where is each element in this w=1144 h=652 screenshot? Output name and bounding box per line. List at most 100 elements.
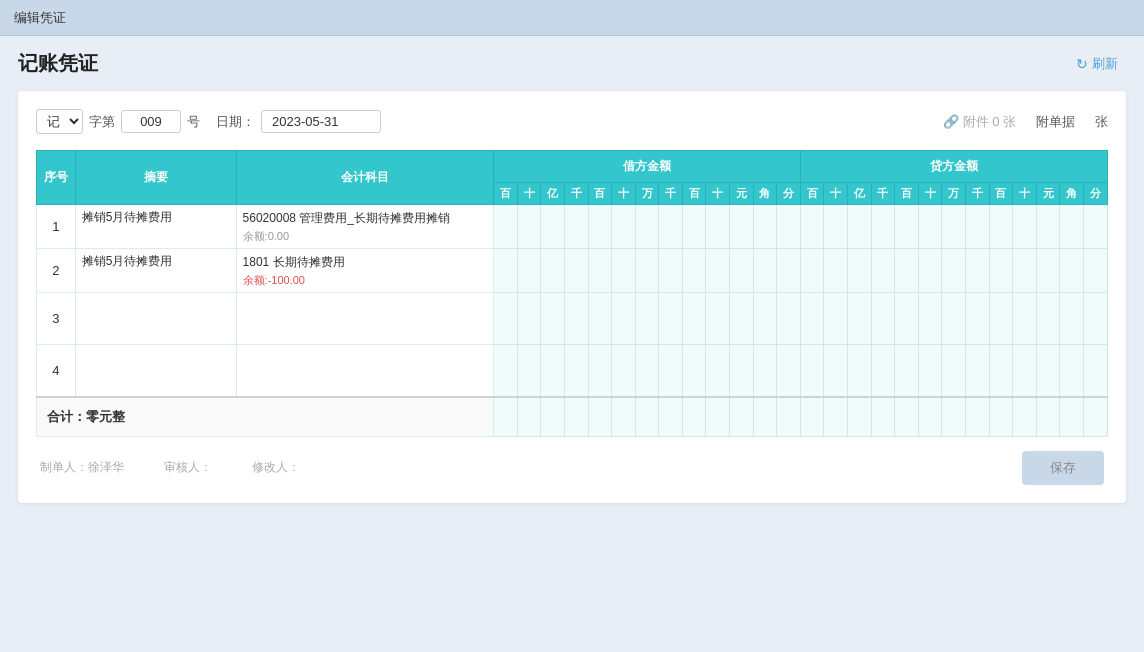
credit-cell[interactable] [800, 345, 824, 397]
debit-cell[interactable] [730, 293, 754, 345]
debit-cell[interactable] [730, 205, 754, 249]
debit-cell[interactable] [494, 293, 518, 345]
debit-cell[interactable] [706, 205, 730, 249]
debit-cell[interactable] [682, 293, 706, 345]
credit-cell[interactable] [1083, 249, 1107, 293]
row-account[interactable] [236, 293, 494, 345]
credit-cell[interactable] [942, 205, 966, 249]
credit-cell[interactable] [989, 205, 1013, 249]
credit-cell[interactable] [1060, 249, 1084, 293]
credit-cell[interactable] [824, 205, 848, 249]
credit-cell[interactable] [800, 249, 824, 293]
debit-cell[interactable] [635, 345, 659, 397]
debit-cell[interactable] [564, 249, 588, 293]
credit-cell[interactable] [918, 249, 942, 293]
debit-cell[interactable] [541, 345, 565, 397]
debit-cell[interactable] [659, 293, 683, 345]
debit-cell[interactable] [517, 345, 541, 397]
credit-cell[interactable] [1060, 345, 1084, 397]
debit-cell[interactable] [706, 345, 730, 397]
credit-cell[interactable] [1060, 293, 1084, 345]
voucher-number-input[interactable] [121, 110, 181, 133]
row-summary[interactable] [75, 293, 236, 345]
debit-cell[interactable] [635, 293, 659, 345]
credit-cell[interactable] [871, 345, 895, 397]
debit-cell[interactable] [659, 205, 683, 249]
debit-cell[interactable] [612, 205, 636, 249]
debit-cell[interactable] [753, 345, 777, 397]
debit-cell[interactable] [777, 205, 801, 249]
debit-cell[interactable] [659, 249, 683, 293]
credit-cell[interactable] [895, 205, 919, 249]
credit-cell[interactable] [918, 345, 942, 397]
debit-cell[interactable] [777, 293, 801, 345]
credit-cell[interactable] [918, 293, 942, 345]
debit-cell[interactable] [682, 205, 706, 249]
credit-cell[interactable] [1013, 345, 1037, 397]
row-account[interactable]: 56020008 管理费用_长期待摊费用摊销余额:0.00 [236, 205, 494, 249]
debit-cell[interactable] [517, 249, 541, 293]
credit-cell[interactable] [1036, 345, 1060, 397]
debit-cell[interactable] [730, 345, 754, 397]
debit-cell[interactable] [494, 345, 518, 397]
credit-cell[interactable] [1036, 249, 1060, 293]
debit-cell[interactable] [494, 205, 518, 249]
debit-cell[interactable] [753, 249, 777, 293]
credit-cell[interactable] [871, 249, 895, 293]
row-summary[interactable]: 摊销5月待摊费用 [75, 205, 236, 249]
credit-cell[interactable] [989, 345, 1013, 397]
debit-cell[interactable] [564, 293, 588, 345]
row-account[interactable] [236, 345, 494, 397]
debit-cell[interactable] [541, 293, 565, 345]
credit-cell[interactable] [895, 345, 919, 397]
debit-cell[interactable] [753, 205, 777, 249]
debit-cell[interactable] [588, 345, 612, 397]
credit-cell[interactable] [824, 345, 848, 397]
credit-cell[interactable] [800, 293, 824, 345]
row-account[interactable]: 1801 长期待摊费用余额:-100.00 [236, 249, 494, 293]
debit-cell[interactable] [730, 249, 754, 293]
credit-cell[interactable] [895, 293, 919, 345]
credit-cell[interactable] [871, 205, 895, 249]
credit-cell[interactable] [824, 293, 848, 345]
credit-cell[interactable] [1083, 205, 1107, 249]
credit-cell[interactable] [966, 345, 990, 397]
debit-cell[interactable] [706, 249, 730, 293]
row-summary[interactable] [75, 345, 236, 397]
debit-cell[interactable] [541, 205, 565, 249]
credit-cell[interactable] [824, 249, 848, 293]
credit-cell[interactable] [1083, 293, 1107, 345]
date-input[interactable] [261, 110, 381, 133]
debit-cell[interactable] [612, 345, 636, 397]
credit-cell[interactable] [942, 345, 966, 397]
credit-cell[interactable] [848, 293, 872, 345]
debit-cell[interactable] [635, 249, 659, 293]
credit-cell[interactable] [1013, 293, 1037, 345]
save-button[interactable]: 保存 [1022, 451, 1104, 485]
debit-cell[interactable] [588, 249, 612, 293]
single-doc-link[interactable]: 附单据 [1036, 113, 1075, 131]
refresh-button[interactable]: ↻ 刷新 [1068, 51, 1126, 77]
debit-cell[interactable] [517, 205, 541, 249]
credit-cell[interactable] [966, 293, 990, 345]
debit-cell[interactable] [706, 293, 730, 345]
credit-cell[interactable] [1036, 293, 1060, 345]
credit-cell[interactable] [871, 293, 895, 345]
debit-cell[interactable] [777, 345, 801, 397]
debit-cell[interactable] [588, 293, 612, 345]
credit-cell[interactable] [1060, 205, 1084, 249]
credit-cell[interactable] [1013, 205, 1037, 249]
credit-cell[interactable] [895, 249, 919, 293]
credit-cell[interactable] [966, 205, 990, 249]
debit-cell[interactable] [777, 249, 801, 293]
debit-cell[interactable] [564, 205, 588, 249]
credit-cell[interactable] [989, 293, 1013, 345]
debit-cell[interactable] [659, 345, 683, 397]
credit-cell[interactable] [942, 249, 966, 293]
credit-cell[interactable] [848, 249, 872, 293]
row-summary[interactable]: 摊销5月待摊费用 [75, 249, 236, 293]
debit-cell[interactable] [494, 249, 518, 293]
credit-cell[interactable] [848, 345, 872, 397]
debit-cell[interactable] [612, 293, 636, 345]
credit-cell[interactable] [966, 249, 990, 293]
